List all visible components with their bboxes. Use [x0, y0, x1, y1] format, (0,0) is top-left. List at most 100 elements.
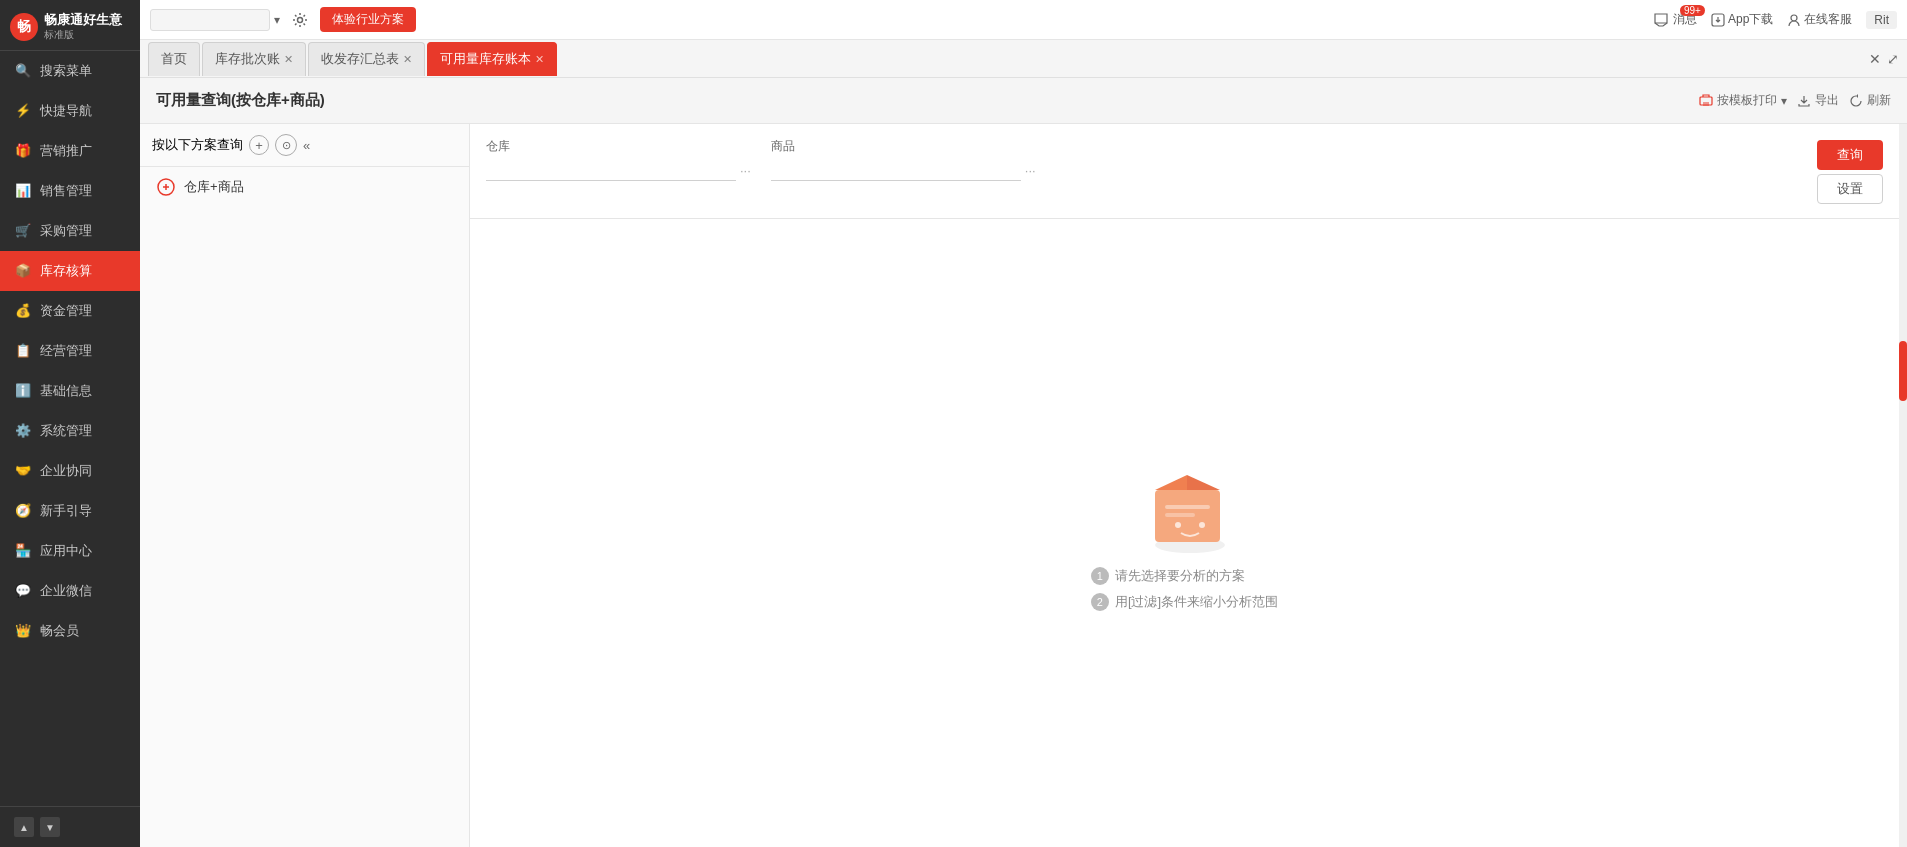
sidebar-item-marketing[interactable]: 🎁 营销推广 [0, 131, 140, 171]
sidebar-item-label: 企业微信 [40, 582, 92, 600]
tab-batch-account-close[interactable]: ✕ [284, 53, 293, 66]
sidebar-item-enterprise[interactable]: 🤝 企业协同 [0, 451, 140, 491]
sidebar-footer: ▲ ▼ [0, 806, 140, 847]
experience-button[interactable]: 体验行业方案 [320, 7, 416, 32]
sidebar-scroll: 🔍 搜索菜单 ⚡ 快捷导航 🎁 营销推广 📊 销售管理 🛒 采购管理 📦 库存核… [0, 51, 140, 806]
topbar-message-badge: 99+ [1680, 5, 1705, 16]
handshake-icon: 🤝 [14, 462, 32, 480]
query-fields-row: 仓库 ··· 商品 ··· 查询 设置 [470, 124, 1899, 219]
sidebar-item-label: 库存核算 [40, 262, 92, 280]
sidebar-item-enterprise-wechat[interactable]: 💬 企业微信 [0, 571, 140, 611]
tabbar-maximize-button[interactable]: ⤢ [1887, 51, 1899, 67]
sidebar-item-search[interactable]: 🔍 搜索菜单 [0, 51, 140, 91]
sidebar-item-label: 畅会员 [40, 622, 79, 640]
chat-icon: 💬 [14, 582, 32, 600]
content-area: 按以下方案查询 + ⊙ « 仓库+商品 仓库 [140, 124, 1907, 847]
svg-point-0 [298, 17, 303, 22]
query-btn-area: 查询 设置 [1817, 138, 1883, 204]
template-print-label: 按模板打印 [1717, 92, 1777, 109]
warehouse-goods-icon [156, 177, 176, 197]
sidebar-item-basic[interactable]: ℹ️ 基础信息 [0, 371, 140, 411]
sidebar-item-purchase[interactable]: 🛒 采购管理 [0, 211, 140, 251]
settings-button[interactable]: 设置 [1817, 174, 1883, 204]
warehouse-more-button[interactable]: ··· [740, 163, 751, 178]
gift-icon: 🎁 [14, 142, 32, 160]
tabbar-right: ✕ ⤢ [1869, 51, 1899, 67]
svg-point-9 [1175, 522, 1181, 528]
topbar-search-input[interactable] [150, 9, 270, 31]
topbar-app-download[interactable]: App下载 [1711, 11, 1773, 28]
sidebar-item-finance[interactable]: 💰 资金管理 [0, 291, 140, 331]
tab-home[interactable]: 首页 [148, 42, 200, 76]
sidebar-item-business[interactable]: 📋 经营管理 [0, 331, 140, 371]
topbar-dropdown-button[interactable]: ▾ [274, 13, 280, 27]
tab-collect-summary-close[interactable]: ✕ [403, 53, 412, 66]
template-print-button[interactable]: 按模板打印 ▾ [1699, 92, 1787, 109]
tab-available-ledger[interactable]: 可用量库存账本 ✕ [427, 42, 557, 76]
topbar-gear-icon[interactable] [288, 8, 312, 32]
goods-field: 商品 ··· [771, 138, 1036, 181]
refresh-button[interactable]: 刷新 [1849, 92, 1891, 109]
filter-add-button[interactable]: + [249, 135, 269, 155]
sidebar-item-label: 应用中心 [40, 542, 92, 560]
search-icon: 🔍 [14, 62, 32, 80]
hint-1-text: 请先选择要分析的方案 [1115, 567, 1245, 585]
sidebar-item-label: 新手引导 [40, 502, 92, 520]
goods-field-label: 商品 [771, 138, 1036, 155]
tab-available-ledger-close[interactable]: ✕ [535, 53, 544, 66]
topbar-message[interactable]: 消息 99+ [1653, 11, 1697, 28]
tabbar-close-button[interactable]: ✕ [1869, 51, 1881, 67]
goods-input[interactable] [771, 159, 1021, 181]
export-button[interactable]: 导出 [1797, 92, 1839, 109]
goods-more-button[interactable]: ··· [1025, 163, 1036, 178]
topbar-user[interactable]: Rit [1866, 11, 1897, 29]
warehouse-field-input-area: ··· [486, 159, 751, 181]
sidebar-item-system[interactable]: ⚙️ 系统管理 [0, 411, 140, 451]
tab-home-label: 首页 [161, 50, 187, 68]
filter-header-label: 按以下方案查询 [152, 136, 243, 154]
sidebar-item-label: 企业协同 [40, 462, 92, 480]
filter-collapse-button[interactable]: « [303, 138, 310, 153]
sidebar-item-app-center[interactable]: 🏪 应用中心 [0, 531, 140, 571]
hint-2-text: 用[过滤]条件来缩小分析范围 [1115, 593, 1278, 611]
empty-hint-2: 2 用[过滤]条件来缩小分析范围 [1091, 593, 1278, 611]
sidebar-logo-icon: 畅 [10, 13, 38, 41]
query-area: 仓库 ··· 商品 ··· 查询 设置 [470, 124, 1899, 847]
sidebar-item-sales[interactable]: 📊 销售管理 [0, 171, 140, 211]
topbar-search: ▾ [150, 9, 280, 31]
tab-collect-summary[interactable]: 收发存汇总表 ✕ [308, 42, 425, 76]
svg-rect-3 [1700, 97, 1712, 105]
svg-point-10 [1199, 522, 1205, 528]
sidebar-item-label: 系统管理 [40, 422, 92, 440]
export-label: 导出 [1815, 92, 1839, 109]
compass-icon: 🧭 [14, 502, 32, 520]
refresh-label: 刷新 [1867, 92, 1891, 109]
sidebar-item-shortcut[interactable]: ⚡ 快捷导航 [0, 91, 140, 131]
topbar-app-label: App下载 [1728, 11, 1773, 28]
warehouse-field: 仓库 ··· [486, 138, 751, 181]
topbar-online-service[interactable]: 在线客服 [1787, 11, 1852, 28]
sidebar-item-member[interactable]: 👑 畅会员 [0, 611, 140, 651]
filter-item-warehouse-goods[interactable]: 仓库+商品 [140, 167, 469, 207]
svg-rect-7 [1165, 505, 1210, 509]
template-print-dropdown-icon: ▾ [1781, 94, 1787, 108]
query-button[interactable]: 查询 [1817, 140, 1883, 170]
sidebar-logo-name: 畅康通好生意 [44, 12, 122, 28]
tab-batch-account[interactable]: 库存批次账 ✕ [202, 42, 306, 76]
filter-item-label: 仓库+商品 [184, 178, 244, 196]
sidebar-item-inventory[interactable]: 📦 库存核算 [0, 251, 140, 291]
info-icon: ℹ️ [14, 382, 32, 400]
topbar: ▾ 体验行业方案 消息 99+ App下载 在线客服 Rit [140, 0, 1907, 40]
clipboard-icon: 📋 [14, 342, 32, 360]
lightning-icon: ⚡ [14, 102, 32, 120]
store-icon: 🏪 [14, 542, 32, 560]
right-scrollbar-thumb[interactable] [1899, 341, 1907, 401]
sidebar-scroll-down[interactable]: ▼ [40, 817, 60, 837]
filter-settings-button[interactable]: ⊙ [275, 134, 297, 156]
filter-panel: 按以下方案查询 + ⊙ « 仓库+商品 [140, 124, 470, 847]
sidebar-item-newbie[interactable]: 🧭 新手引导 [0, 491, 140, 531]
sidebar-header: 畅 畅康通好生意 标准版 [0, 0, 140, 51]
warehouse-input[interactable] [486, 159, 736, 181]
tab-batch-account-label: 库存批次账 [215, 50, 280, 68]
sidebar-scroll-up[interactable]: ▲ [14, 817, 34, 837]
